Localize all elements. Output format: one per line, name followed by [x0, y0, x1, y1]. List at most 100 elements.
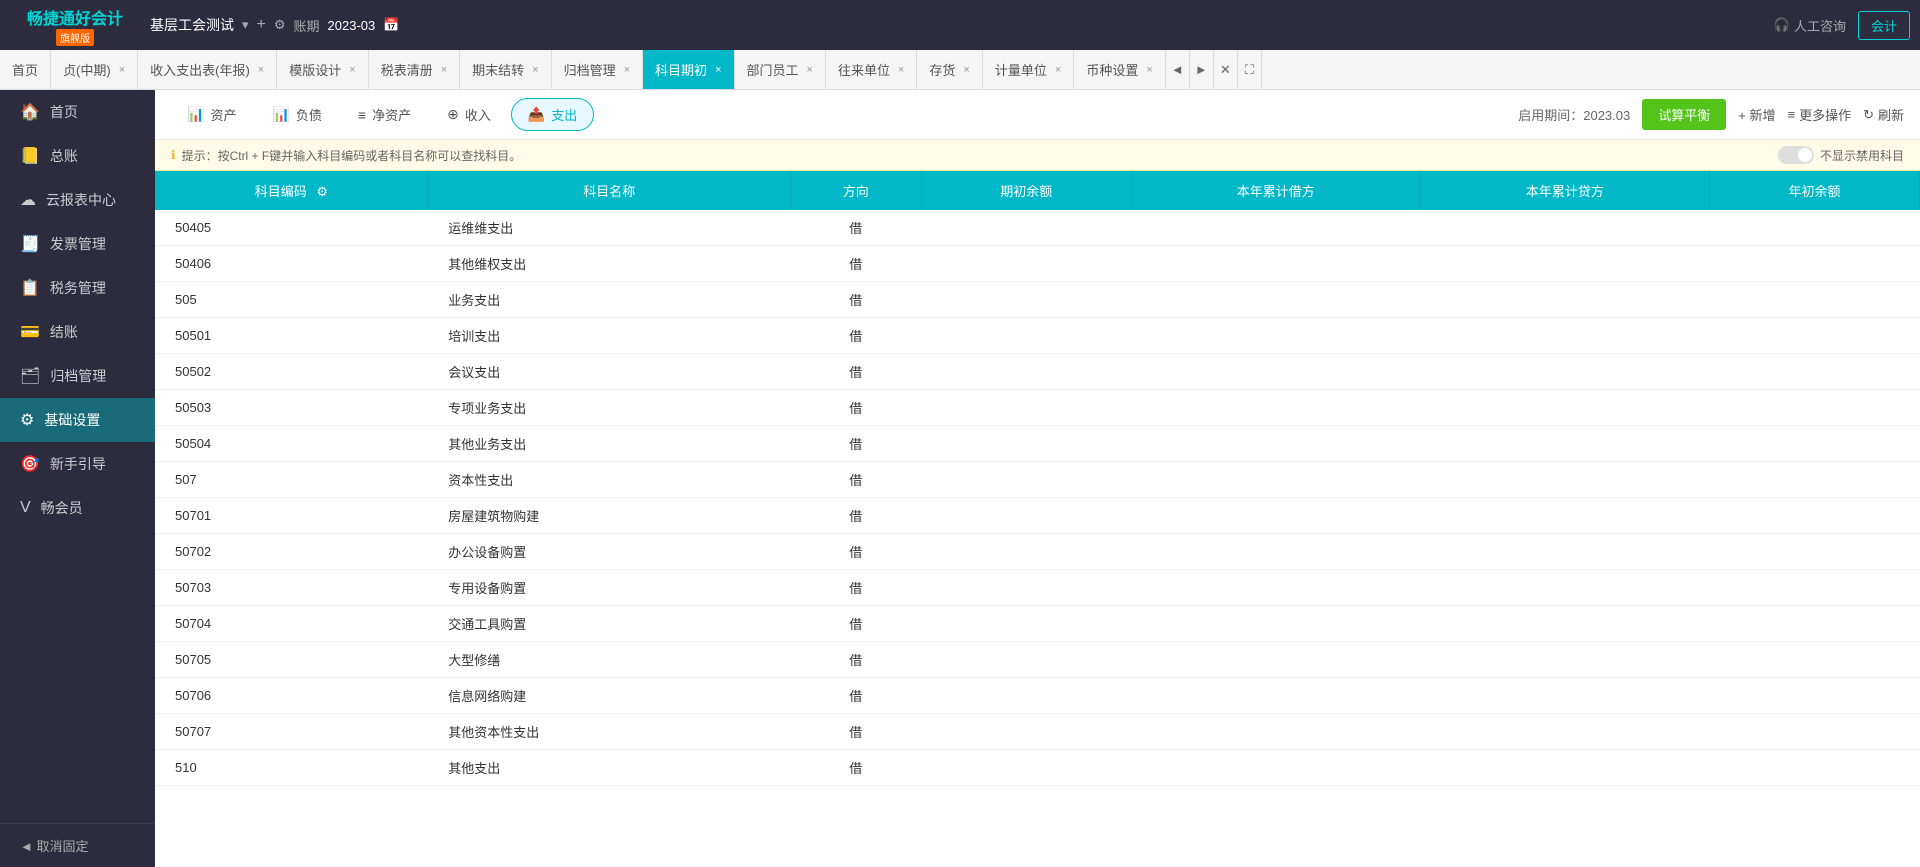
- tab-close-all-button[interactable]: ✕: [1214, 50, 1238, 90]
- company-dropdown-icon[interactable]: ▾: [242, 17, 249, 33]
- account-button[interactable]: 会计: [1858, 11, 1910, 40]
- cell-direction: 借: [790, 354, 921, 390]
- main-layout: 🏠首页📒总账☁云报表中心🧾发票管理📋税务管理💳结账🗂归档管理⚙基础设置🎯新手引导…: [0, 90, 1920, 867]
- sidebar-icon: ⚙: [20, 410, 34, 430]
- cell-ytd-credit: [1420, 498, 1709, 534]
- table-row[interactable]: 50405 运维维支出 借: [155, 210, 1920, 246]
- refresh-icon: ↻: [1863, 107, 1874, 123]
- tab-计量单位[interactable]: 计量单位×: [983, 50, 1074, 90]
- tab-归档管理[interactable]: 归档管理×: [552, 50, 643, 90]
- cell-year-opening: [1709, 354, 1919, 390]
- close-tab-icon[interactable]: ×: [441, 64, 447, 76]
- table-row[interactable]: 50704 交通工具购置 借: [155, 606, 1920, 642]
- table-container[interactable]: 科目编码 ⚙ 科目名称 方向 期初余额 本年累计借方 本年累计贷方 年初余额 5…: [155, 171, 1920, 867]
- sidebar-item-结账[interactable]: 💳结账: [0, 310, 155, 354]
- cell-ytd-debit: [1131, 390, 1420, 426]
- settings-icon[interactable]: ⚙: [274, 17, 286, 33]
- cell-ytd-credit: [1420, 534, 1709, 570]
- table-row[interactable]: 50706 信息网络购建 借: [155, 678, 1920, 714]
- cell-opening-balance: [921, 570, 1131, 606]
- tab-科目期初[interactable]: 科目期初×: [643, 50, 734, 90]
- table-row[interactable]: 50701 房屋建筑物购建 借: [155, 498, 1920, 534]
- tab-maximize-button[interactable]: ⛶: [1238, 50, 1262, 90]
- sidebar-item-税务管理[interactable]: 📋税务管理: [0, 266, 155, 310]
- sidebar-item-畅会员[interactable]: V畅会员: [0, 486, 155, 530]
- more-button[interactable]: ≡ 更多操作: [1787, 105, 1851, 124]
- period-info: 启用期间：2023.03: [1518, 105, 1630, 124]
- table-row[interactable]: 510 其他支出 借: [155, 750, 1920, 786]
- tab-贞(中期)[interactable]: 贞(中期)×: [51, 50, 138, 90]
- sidebar-item-发票管理[interactable]: 🧾发票管理: [0, 222, 155, 266]
- cell-code: 50706: [155, 678, 428, 714]
- sub-tab-label: 收入: [465, 105, 491, 124]
- tab-next-button[interactable]: ►: [1190, 50, 1214, 90]
- tab-往来单位[interactable]: 往来单位×: [826, 50, 917, 90]
- close-tab-icon[interactable]: ×: [624, 64, 630, 76]
- tab-币种设置[interactable]: 币种设置×: [1074, 50, 1165, 90]
- table-row[interactable]: 50502 会议支出 借: [155, 354, 1920, 390]
- tab-prev-button[interactable]: ◄: [1166, 50, 1190, 90]
- sidebar-item-总账[interactable]: 📒总账: [0, 134, 155, 178]
- close-tab-icon[interactable]: ×: [119, 64, 125, 76]
- sub-tab-label: 支出: [551, 105, 577, 124]
- col-direction: 方向: [790, 171, 921, 210]
- sidebar-collapse-button[interactable]: ◄ 取消固定: [0, 823, 155, 867]
- sidebar-item-首页[interactable]: 🏠首页: [0, 90, 155, 134]
- table-row[interactable]: 50707 其他资本性支出 借: [155, 714, 1920, 750]
- cell-name: 办公设备购置: [428, 534, 790, 570]
- tab-部门员工[interactable]: 部门员工×: [735, 50, 826, 90]
- sub-tab-净资产[interactable]: ≡净资产: [342, 98, 427, 131]
- add-tab-button[interactable]: +: [257, 16, 266, 34]
- tab-税表清册[interactable]: 税表清册×: [369, 50, 460, 90]
- table-row[interactable]: 50702 办公设备购置 借: [155, 534, 1920, 570]
- trial-balance-button[interactable]: 试算平衡: [1642, 99, 1726, 130]
- cell-direction: 借: [790, 642, 921, 678]
- close-tab-icon[interactable]: ×: [1146, 64, 1152, 76]
- consult-button[interactable]: 🎧 人工咨询: [1774, 16, 1846, 35]
- table-row[interactable]: 50705 大型修缮 借: [155, 642, 1920, 678]
- sidebar-item-云报表中心[interactable]: ☁云报表中心: [0, 178, 155, 222]
- cell-ytd-credit: [1420, 282, 1709, 318]
- sub-tab-支出[interactable]: 📤支出: [511, 98, 594, 131]
- tab-模版设计[interactable]: 模版设计×: [277, 50, 368, 90]
- close-tab-icon[interactable]: ×: [258, 64, 264, 76]
- close-tab-icon[interactable]: ×: [532, 64, 538, 76]
- add-button[interactable]: + 新增: [1738, 105, 1775, 124]
- col-ytd-credit: 本年累计贷方: [1420, 171, 1709, 210]
- table-row[interactable]: 50503 专项业务支出 借: [155, 390, 1920, 426]
- sidebar-item-归档管理[interactable]: 🗂归档管理: [0, 354, 155, 398]
- calendar-icon[interactable]: 📅: [383, 17, 399, 33]
- close-tab-icon[interactable]: ×: [963, 64, 969, 76]
- close-tab-icon[interactable]: ×: [349, 64, 355, 76]
- cell-opening-balance: [921, 714, 1131, 750]
- sub-tab-负债[interactable]: 📊负债: [256, 98, 337, 131]
- tab-存货[interactable]: 存货×: [917, 50, 982, 90]
- refresh-button[interactable]: ↻ 刷新: [1863, 105, 1904, 124]
- table-row[interactable]: 50406 其他维权支出 借: [155, 246, 1920, 282]
- tab-期末结转[interactable]: 期末结转×: [460, 50, 551, 90]
- sidebar-icon: 📒: [20, 146, 40, 166]
- close-tab-icon[interactable]: ×: [898, 64, 904, 76]
- cell-year-opening: [1709, 606, 1919, 642]
- cell-direction: 借: [790, 390, 921, 426]
- sidebar-item-新手引导[interactable]: 🎯新手引导: [0, 442, 155, 486]
- sub-tab-收入[interactable]: ⊕收入: [431, 98, 507, 131]
- close-tab-icon[interactable]: ×: [807, 64, 813, 76]
- tab-首页[interactable]: 首页: [0, 50, 51, 90]
- table-row[interactable]: 50501 培训支出 借: [155, 318, 1920, 354]
- sidebar-item-基础设置[interactable]: ⚙基础设置: [0, 398, 155, 442]
- table-row[interactable]: 505 业务支出 借: [155, 282, 1920, 318]
- cell-opening-balance: [921, 606, 1131, 642]
- close-tab-icon[interactable]: ×: [1055, 64, 1061, 76]
- disable-toggle[interactable]: [1778, 146, 1814, 164]
- tab-收入支出表(年报)[interactable]: 收入支出表(年报)×: [138, 50, 277, 90]
- table-row[interactable]: 50703 专用设备购置 借: [155, 570, 1920, 606]
- cell-ytd-debit: [1131, 210, 1420, 246]
- table-row[interactable]: 507 资本性支出 借: [155, 462, 1920, 498]
- close-tab-icon[interactable]: ×: [715, 64, 721, 76]
- cell-code: 50406: [155, 246, 428, 282]
- gear-icon[interactable]: ⚙: [316, 184, 328, 199]
- sub-tab-资产[interactable]: 📊资产: [171, 98, 252, 131]
- table-row[interactable]: 50504 其他业务支出 借: [155, 426, 1920, 462]
- cell-ytd-debit: [1131, 498, 1420, 534]
